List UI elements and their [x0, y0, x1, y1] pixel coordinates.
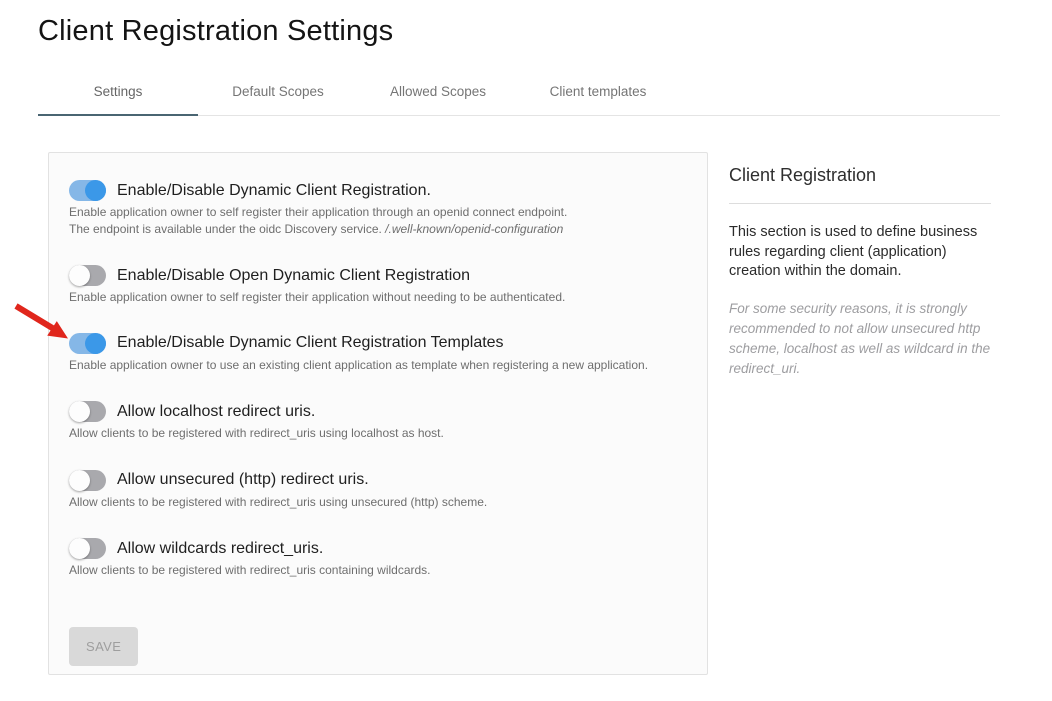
toggle-thumb: [85, 180, 106, 201]
setting-description: Allow clients to be registered with redi…: [69, 494, 687, 511]
setting-description: Allow clients to be registered with redi…: [69, 562, 687, 579]
toggle-wildcards-redirect-uris[interactable]: [69, 538, 106, 559]
setting-description-italic: /.well-known/openid-configuration: [385, 222, 563, 236]
toggle-unsecured-redirect-uris[interactable]: [69, 470, 106, 491]
setting-row-unsecured-redirect-uris: Allow unsecured (http) redirect uris. Al…: [69, 470, 687, 511]
setting-label: Enable/Disable Dynamic Client Registrati…: [117, 334, 504, 352]
setting-label: Allow unsecured (http) redirect uris.: [117, 471, 369, 489]
info-panel-title: Client Registration: [729, 165, 991, 186]
setting-row-localhost-redirect-uris: Allow localhost redirect uris. Allow cli…: [69, 401, 687, 442]
tab-client-templates[interactable]: Client templates: [518, 69, 678, 115]
page-title: Client Registration Settings: [0, 0, 1052, 48]
toggle-dynamic-client-registration-templates[interactable]: [69, 333, 106, 354]
main-content: Enable/Disable Dynamic Client Registrati…: [48, 152, 1052, 675]
tab-allowed-scopes[interactable]: Allowed Scopes: [358, 69, 518, 115]
toggle-dynamic-client-registration[interactable]: [69, 180, 106, 201]
toggle-localhost-redirect-uris[interactable]: [69, 401, 106, 422]
info-panel-divider: [729, 203, 991, 204]
setting-description: Enable application owner to self registe…: [69, 204, 687, 237]
setting-description: Enable application owner to self registe…: [69, 289, 687, 306]
setting-label: Allow wildcards redirect_uris.: [117, 540, 323, 558]
info-panel-body: This section is used to define business …: [729, 223, 991, 282]
setting-description: Allow clients to be registered with redi…: [69, 425, 687, 442]
info-panel: Client Registration This section is used…: [729, 152, 991, 380]
setting-label: Enable/Disable Dynamic Client Registrati…: [117, 182, 431, 200]
setting-label: Allow localhost redirect uris.: [117, 403, 315, 421]
save-button[interactable]: SAVE: [69, 627, 138, 666]
info-panel-security-note: For some security reasons, it is strongl…: [729, 299, 991, 380]
tab-bar: Settings Default Scopes Allowed Scopes C…: [38, 69, 1000, 116]
toggle-thumb: [85, 333, 106, 354]
settings-card: Enable/Disable Dynamic Client Registrati…: [48, 152, 708, 675]
setting-row-wildcards-redirect-uris: Allow wildcards redirect_uris. Allow cli…: [69, 538, 687, 579]
toggle-thumb: [69, 470, 90, 491]
tab-default-scopes[interactable]: Default Scopes: [198, 69, 358, 115]
toggle-thumb: [69, 265, 90, 286]
setting-row-dynamic-client-registration: Enable/Disable Dynamic Client Registrati…: [69, 180, 687, 237]
setting-label: Enable/Disable Open Dynamic Client Regis…: [117, 267, 470, 285]
setting-row-open-dynamic-client-registration: Enable/Disable Open Dynamic Client Regis…: [69, 265, 687, 306]
toggle-open-dynamic-client-registration[interactable]: [69, 265, 106, 286]
setting-row-dynamic-client-registration-templates: Enable/Disable Dynamic Client Registrati…: [69, 333, 687, 374]
tab-settings[interactable]: Settings: [38, 69, 198, 115]
setting-description: Enable application owner to use an exist…: [69, 357, 687, 374]
